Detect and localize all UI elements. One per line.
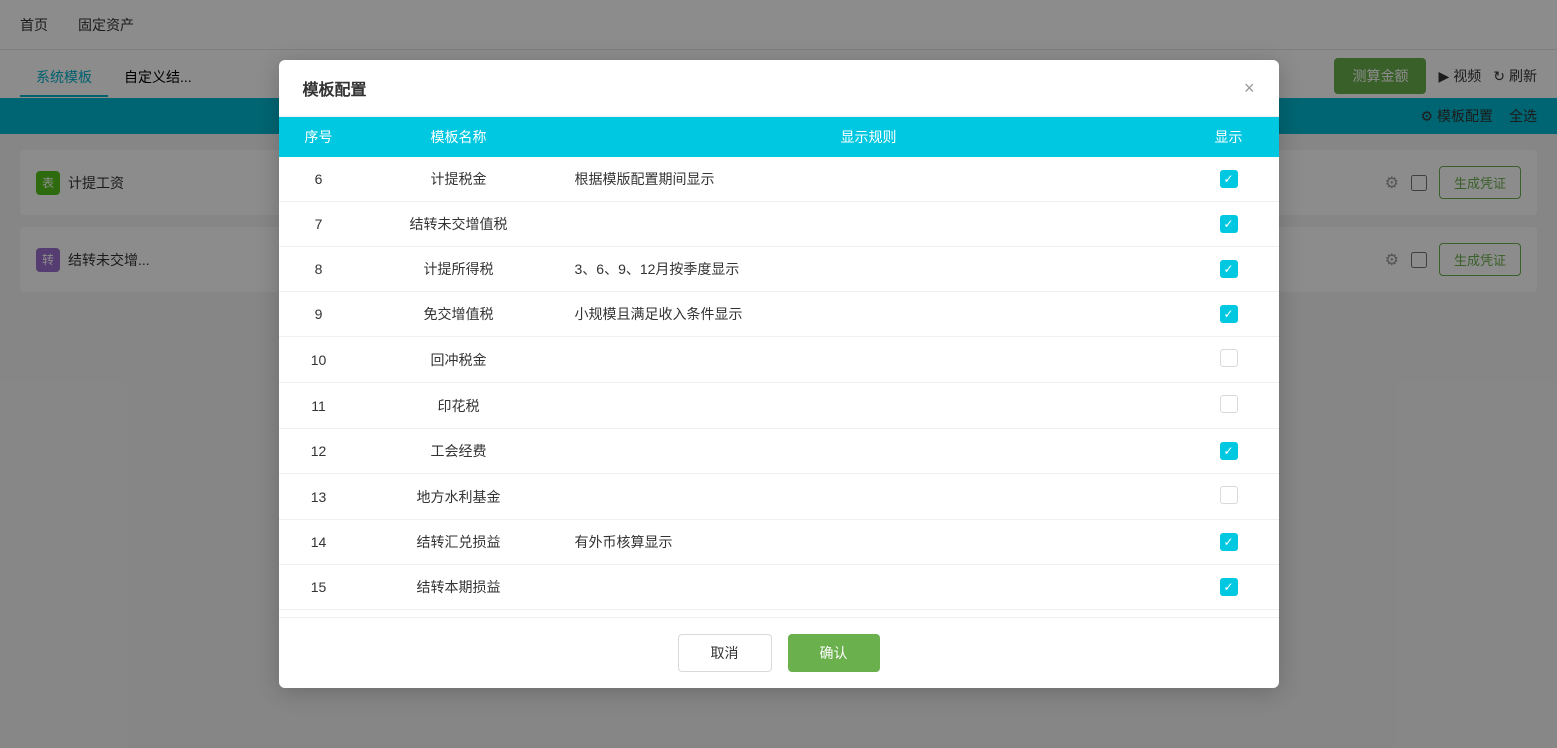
cell-index: 13	[279, 474, 359, 520]
cell-checkbox[interactable]: ✓	[1179, 292, 1279, 337]
cell-name: 印花税	[359, 383, 559, 429]
table-row: 16结转未分配利润12月份显示✓	[279, 610, 1279, 618]
confirm-button[interactable]: 确认	[788, 634, 880, 672]
cell-rule	[559, 337, 1179, 383]
cell-rule: 3、6、9、12月按季度显示	[559, 247, 1179, 292]
checkbox-unchecked[interactable]	[1220, 486, 1238, 504]
modal-footer: 取消 确认	[279, 617, 1279, 688]
cell-checkbox[interactable]	[1179, 337, 1279, 383]
table-row: 13地方水利基金	[279, 474, 1279, 520]
cell-checkbox[interactable]	[1179, 383, 1279, 429]
cell-checkbox[interactable]	[1179, 474, 1279, 520]
modal-table-scroll[interactable]: 序号 模板名称 显示规则 显示 6计提税金根据模版配置期间显示✓7结转未交增值税…	[279, 117, 1279, 617]
table-row: 8计提所得税3、6、9、12月按季度显示 ✓	[279, 247, 1279, 292]
cell-rule	[559, 474, 1179, 520]
checkbox-checked[interactable]: ✓	[1220, 442, 1238, 460]
modal-title: 模板配置	[303, 76, 367, 100]
th-display: 显示	[1179, 117, 1279, 157]
modal-close-button[interactable]: ×	[1244, 78, 1255, 99]
checkbox-checked[interactable]: ✓	[1220, 260, 1238, 278]
table-row: 15结转本期损益 ✓	[279, 565, 1279, 610]
table-row: 11印花税	[279, 383, 1279, 429]
cell-index: 16	[279, 610, 359, 618]
cell-rule	[559, 202, 1179, 247]
cell-name: 计提所得税	[359, 247, 559, 292]
checkbox-checked[interactable]: ✓	[1220, 578, 1238, 596]
checkbox-checked[interactable]: ✓	[1220, 215, 1238, 233]
cell-name: 免交增值税	[359, 292, 559, 337]
cell-checkbox[interactable]: ✓	[1179, 247, 1279, 292]
checkbox-unchecked[interactable]	[1220, 349, 1238, 367]
checkbox-checked[interactable]: ✓	[1220, 305, 1238, 323]
table-row: 12工会经费 ✓	[279, 429, 1279, 474]
cell-name: 计提税金	[359, 157, 559, 202]
cell-index: 14	[279, 520, 359, 565]
table-row: 7结转未交增值税 ✓	[279, 202, 1279, 247]
cell-name: 结转本期损益	[359, 565, 559, 610]
cell-checkbox[interactable]: ✓	[1179, 157, 1279, 202]
checkbox-checked[interactable]: ✓	[1220, 170, 1238, 188]
cell-index: 9	[279, 292, 359, 337]
cell-index: 11	[279, 383, 359, 429]
cell-index: 8	[279, 247, 359, 292]
table-row: 9免交增值税小规模且满足收入条件显示 ✓	[279, 292, 1279, 337]
cell-name: 回冲税金	[359, 337, 559, 383]
cell-checkbox[interactable]: ✓	[1179, 610, 1279, 618]
th-index: 序号	[279, 117, 359, 157]
th-name: 模板名称	[359, 117, 559, 157]
cell-rule: 12月份显示	[559, 610, 1179, 618]
cell-index: 10	[279, 337, 359, 383]
cancel-button[interactable]: 取消	[678, 634, 772, 672]
th-rule: 显示规则	[559, 117, 1179, 157]
checkbox-unchecked[interactable]	[1220, 395, 1238, 413]
cell-rule: 根据模版配置期间显示	[559, 157, 1179, 202]
cell-index: 15	[279, 565, 359, 610]
cell-checkbox[interactable]: ✓	[1179, 520, 1279, 565]
cell-rule: 小规模且满足收入条件显示	[559, 292, 1179, 337]
cell-name: 结转未交增值税	[359, 202, 559, 247]
cell-name: 结转未分配利润	[359, 610, 559, 618]
template-config-modal: 模板配置 × 序号 模板名称 显示规则 显示 6计提税金根据模版配置期间显示✓7…	[279, 60, 1279, 688]
cell-index: 6	[279, 157, 359, 202]
cell-name: 工会经费	[359, 429, 559, 474]
cell-rule	[559, 383, 1179, 429]
cell-index: 7	[279, 202, 359, 247]
cell-name: 地方水利基金	[359, 474, 559, 520]
cell-checkbox[interactable]: ✓	[1179, 565, 1279, 610]
table-row: 14结转汇兑损益有外币核算显示 ✓	[279, 520, 1279, 565]
table-row: 10回冲税金	[279, 337, 1279, 383]
checkbox-checked[interactable]: ✓	[1220, 533, 1238, 551]
table-row: 6计提税金根据模版配置期间显示 ✓	[279, 157, 1279, 202]
cell-rule	[559, 429, 1179, 474]
cell-index: 12	[279, 429, 359, 474]
cell-name: 结转汇兑损益	[359, 520, 559, 565]
cell-rule: 有外币核算显示	[559, 520, 1179, 565]
cell-rule	[559, 565, 1179, 610]
modal-overlay: 模板配置 × 序号 模板名称 显示规则 显示 6计提税金根据模版配置期间显示✓7…	[0, 0, 1557, 748]
cell-checkbox[interactable]: ✓	[1179, 202, 1279, 247]
modal-header: 模板配置 ×	[279, 60, 1279, 117]
modal-table: 序号 模板名称 显示规则 显示 6计提税金根据模版配置期间显示✓7结转未交增值税…	[279, 117, 1279, 617]
cell-checkbox[interactable]: ✓	[1179, 429, 1279, 474]
